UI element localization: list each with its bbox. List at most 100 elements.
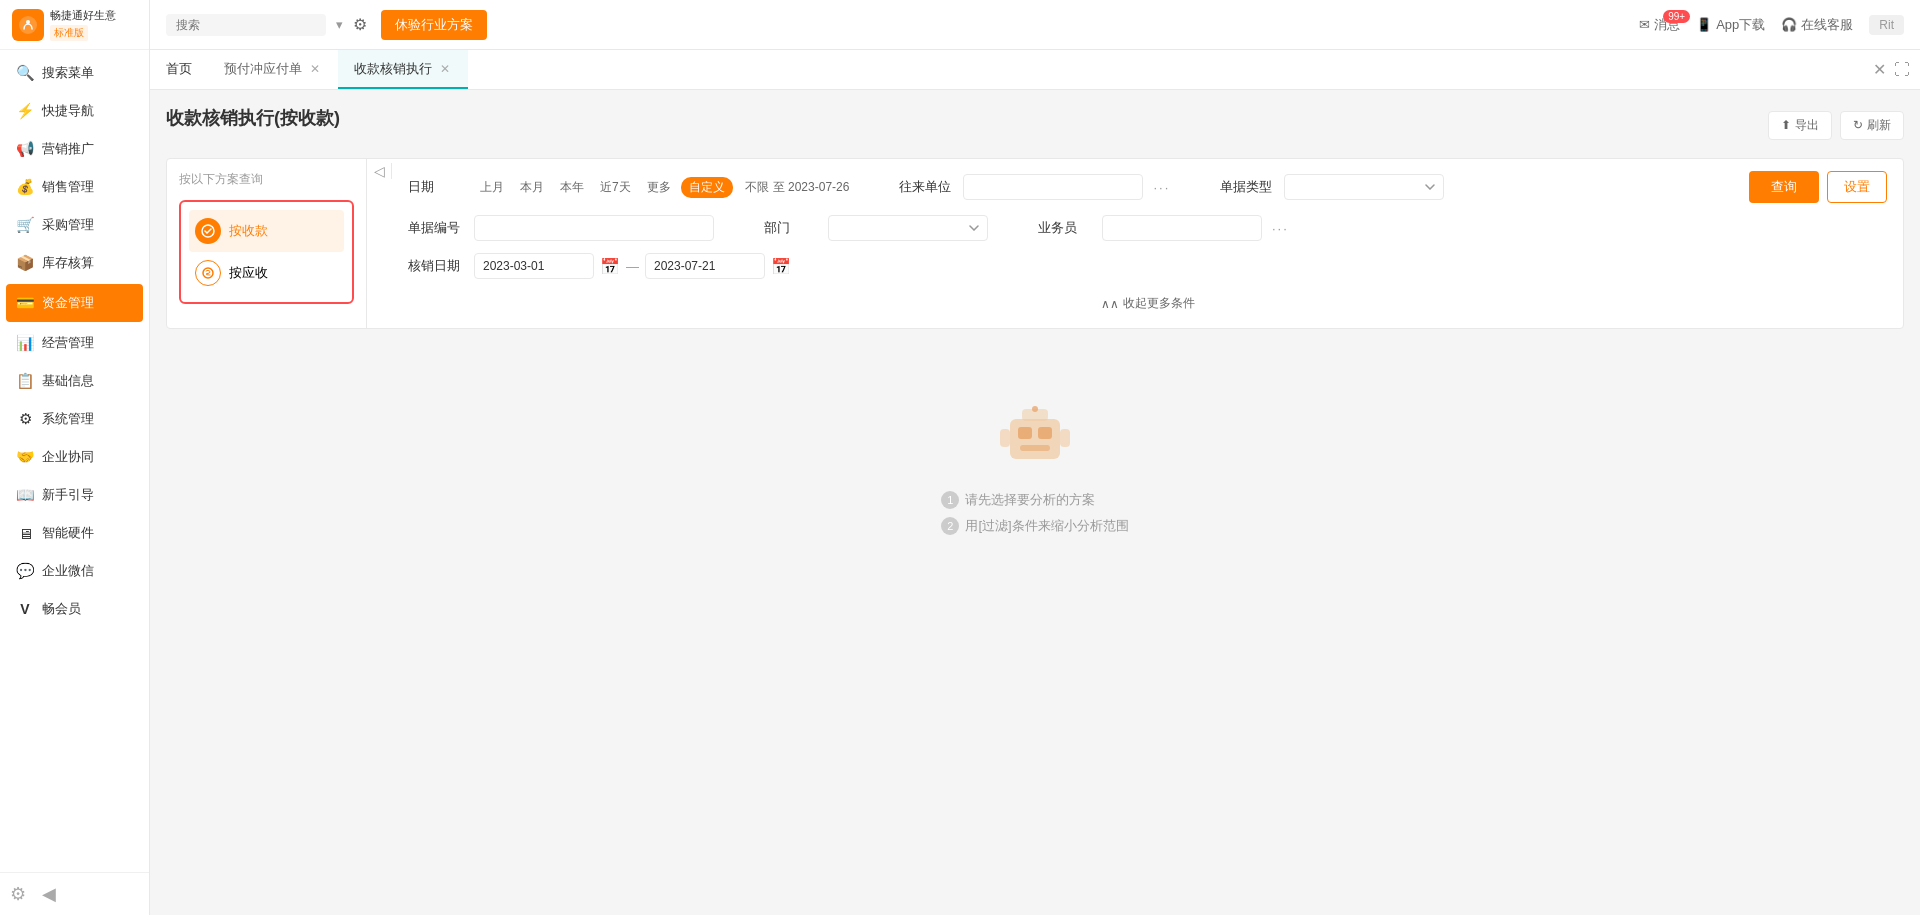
collapse-up-icon: ∧∧ xyxy=(1101,297,1119,311)
tab-home[interactable]: 首页 xyxy=(150,50,208,89)
date-btn-this-year[interactable]: 本年 xyxy=(554,177,590,198)
filter-options-box: 按收款 按应收 xyxy=(179,200,354,304)
empty-illustration xyxy=(990,389,1080,479)
partner-input[interactable] xyxy=(963,174,1143,200)
sidebar-item-label: 资金管理 xyxy=(42,294,94,312)
operation-icon: 📊 xyxy=(16,334,34,352)
bill-type-select[interactable] xyxy=(1284,174,1444,200)
sidebar-item-wechat[interactable]: 💬 企业微信 xyxy=(0,552,149,590)
bill-no-input[interactable] xyxy=(474,215,714,241)
message-badge: 99+ xyxy=(1663,10,1690,23)
collapse-more-btn[interactable]: ∧∧ 收起更多条件 xyxy=(1101,291,1195,316)
bill-no-label: 单据编号 xyxy=(408,219,464,237)
tab-prepay[interactable]: 预付冲应付单 ✕ xyxy=(208,50,338,89)
receivable-icon xyxy=(195,260,221,286)
sidebar-item-collab[interactable]: 🤝 企业协同 xyxy=(0,438,149,476)
svg-rect-6 xyxy=(1038,427,1052,439)
filter-option-by-receipt[interactable]: 按收款 xyxy=(189,210,344,252)
sidebar-item-basic[interactable]: 📋 基础信息 xyxy=(0,362,149,400)
sidebar-item-purchase[interactable]: 🛒 采购管理 xyxy=(0,206,149,244)
message-icon: ✉ xyxy=(1639,17,1650,32)
sidebar-item-search[interactable]: 🔍 搜索菜单 xyxy=(0,54,149,92)
sidebar-item-marketing[interactable]: 📢 营销推广 xyxy=(0,130,149,168)
user-label[interactable]: Rit xyxy=(1869,15,1904,35)
logo-icon xyxy=(12,9,44,41)
fullscreen-icon[interactable]: ⛶ xyxy=(1894,61,1910,79)
dept-select[interactable] xyxy=(828,215,988,241)
date-no-limit: 不限 xyxy=(745,179,769,196)
hint-2: 2 用[过滤]条件来缩小分析范围 xyxy=(941,517,1128,535)
main-area: ▾ ⚙ 休验行业方案 ✉ 消息 99+ 📱 App下载 🎧 在线客服 Rit 首… xyxy=(150,0,1920,915)
nav-menu: 🔍 搜索菜单 ⚡ 快捷导航 📢 营销推广 💰 销售管理 🛒 采购管理 📦 库存核… xyxy=(0,50,149,872)
sidebar-item-label: 系统管理 xyxy=(42,410,94,428)
page-body: 收款核销执行(按收款) ⬆ 导出 ↻ 刷新 按以下方案查询 xyxy=(150,90,1920,611)
vip-icon: V xyxy=(16,601,34,617)
sidebar-item-quick[interactable]: ⚡ 快捷导航 xyxy=(0,92,149,130)
collab-icon: 🤝 xyxy=(16,448,34,466)
logo-area: 畅捷通好生意 标准版 xyxy=(0,0,149,50)
sidebar-item-system[interactable]: ⚙ 系统管理 xyxy=(0,400,149,438)
sidebar-item-guide[interactable]: 📖 新手引导 xyxy=(0,476,149,514)
date-btn-7days[interactable]: 近7天 xyxy=(594,177,637,198)
verify-start-input[interactable]: 2023-03-01 xyxy=(474,253,594,279)
topbar-search-input[interactable] xyxy=(166,14,326,36)
app-label: App下载 xyxy=(1716,16,1765,34)
bill-type-label: 单据类型 xyxy=(1220,178,1276,196)
message-btn[interactable]: ✉ 消息 99+ xyxy=(1639,16,1680,34)
date-btn-this-month[interactable]: 本月 xyxy=(514,177,550,198)
sidebar-item-operation[interactable]: 📊 经营管理 xyxy=(0,324,149,362)
sidebar-item-inventory[interactable]: 📦 库存核算 xyxy=(0,244,149,282)
sales-input[interactable] xyxy=(1102,215,1262,241)
sidebar-item-finance[interactable]: 💳 资金管理 xyxy=(6,284,143,322)
export-btn[interactable]: ⬆ 导出 xyxy=(1768,111,1832,140)
topbar-dropdown-icon[interactable]: ▾ xyxy=(336,17,343,32)
sidebar: 畅捷通好生意 标准版 🔍 搜索菜单 ⚡ 快捷导航 📢 营销推广 💰 销售管理 🛒… xyxy=(0,0,150,915)
settings-bottom-icon[interactable]: ⚙ xyxy=(10,883,26,905)
tab-prepay-close[interactable]: ✕ xyxy=(308,60,322,78)
query-btn[interactable]: 查询 xyxy=(1749,171,1819,203)
filter-option-by-receivable[interactable]: 按应收 xyxy=(189,252,344,294)
cal-start-icon[interactable]: 📅 xyxy=(600,257,620,276)
quick-icon: ⚡ xyxy=(16,102,34,120)
page-title: 收款核销执行(按收款) xyxy=(166,106,340,130)
filter-row-1: 日期 上月 本月 本年 近7天 更多 自定义 不限 至 2023-07-26 xyxy=(408,171,1887,203)
verify-end-input[interactable]: 2023-07-21 xyxy=(645,253,765,279)
topbar-settings-icon[interactable]: ⚙ xyxy=(353,15,367,34)
solution-btn[interactable]: 休验行业方案 xyxy=(381,10,487,40)
sales-label: 业务员 xyxy=(1038,219,1094,237)
sidebar-item-label: 新手引导 xyxy=(42,486,94,504)
date-btn-more[interactable]: 更多 xyxy=(641,177,677,198)
partner-dots-icon[interactable]: ··· xyxy=(1153,180,1170,195)
close-all-icon[interactable]: ✕ xyxy=(1873,60,1886,79)
service-label: 在线客服 xyxy=(1801,16,1853,34)
tab-verify-label: 收款核销执行 xyxy=(354,60,432,78)
app-download-btn[interactable]: 📱 App下载 xyxy=(1696,16,1765,34)
sidebar-item-label: 企业协同 xyxy=(42,448,94,466)
sidebar-item-sales[interactable]: 💰 销售管理 xyxy=(0,168,149,206)
service-btn[interactable]: 🎧 在线客服 xyxy=(1781,16,1853,34)
sidebar-item-label: 营销推广 xyxy=(42,140,94,158)
empty-hints: 1 请先选择要分析的方案 2 用[过滤]条件来缩小分析范围 xyxy=(941,491,1128,535)
date-btn-last-month[interactable]: 上月 xyxy=(474,177,510,198)
sales-dots-icon[interactable]: ··· xyxy=(1272,221,1289,236)
collapse-sidebar-btn[interactable]: ◁ xyxy=(367,163,392,179)
sales-icon: 💰 xyxy=(16,178,34,196)
svg-point-11 xyxy=(1032,406,1038,412)
app-icon: 📱 xyxy=(1696,17,1712,32)
date-btn-custom[interactable]: 自定义 xyxy=(681,177,733,198)
filter-sidebar-title: 按以下方案查询 xyxy=(179,171,354,188)
collapse-sidebar-icon[interactable]: ◀ xyxy=(42,883,56,905)
settings-btn[interactable]: 设置 xyxy=(1827,171,1887,203)
tab-prepay-label: 预付冲应付单 xyxy=(224,60,302,78)
tab-verify-close[interactable]: ✕ xyxy=(438,60,452,78)
guide-icon: 📖 xyxy=(16,486,34,504)
tabbar: 首页 预付冲应付单 ✕ 收款核销执行 ✕ ✕ ⛶ xyxy=(150,50,1920,90)
cal-end-icon[interactable]: 📅 xyxy=(771,257,791,276)
tab-verify[interactable]: 收款核销执行 ✕ xyxy=(338,50,468,89)
sidebar-item-vip[interactable]: V 畅会员 xyxy=(0,590,149,628)
refresh-btn[interactable]: ↻ 刷新 xyxy=(1840,111,1904,140)
svg-point-1 xyxy=(26,20,30,24)
sidebar-item-hardware[interactable]: 🖥 智能硬件 xyxy=(0,514,149,552)
purchase-icon: 🛒 xyxy=(16,216,34,234)
service-icon: 🎧 xyxy=(1781,17,1797,32)
